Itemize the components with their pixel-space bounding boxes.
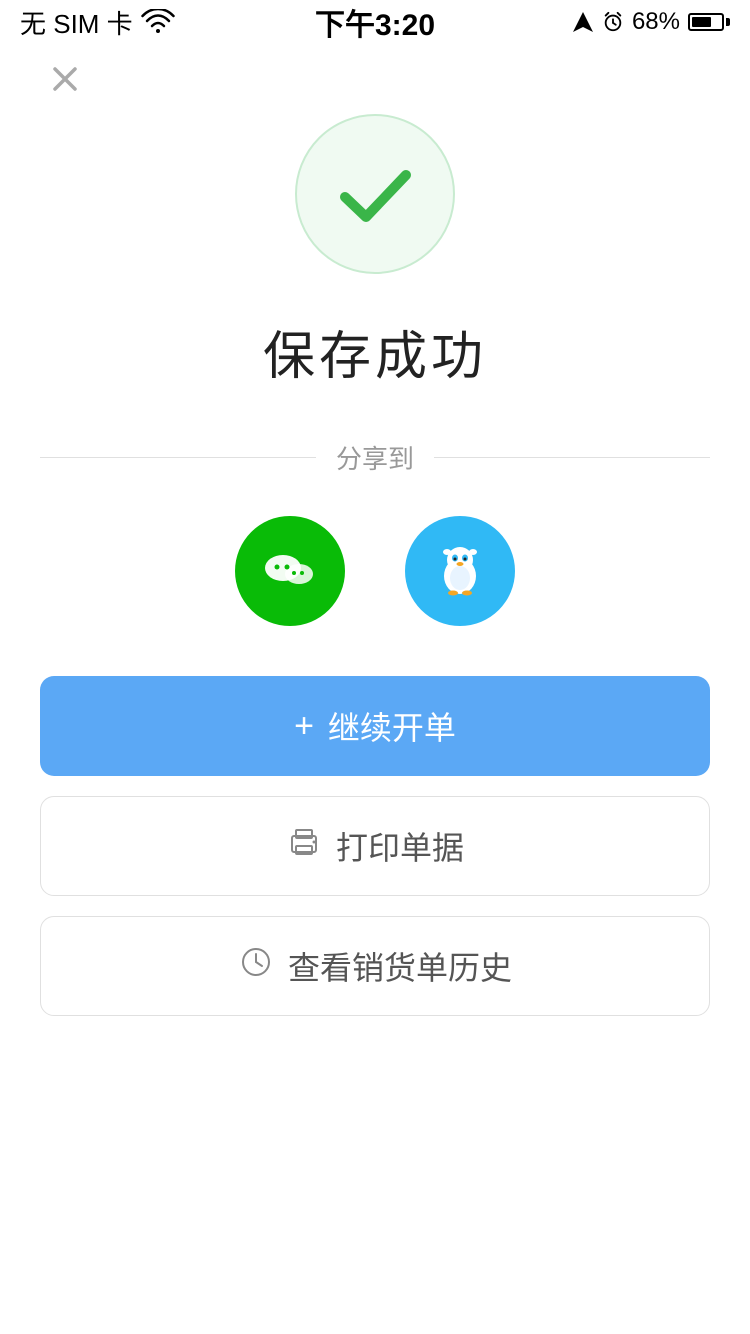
history-button[interactable]: 查看销货单历史 bbox=[40, 916, 710, 1016]
printer-icon bbox=[286, 824, 322, 869]
alarm-icon bbox=[602, 11, 624, 33]
share-icons-row bbox=[40, 516, 710, 626]
print-label: 打印单据 bbox=[336, 823, 464, 869]
main-content: 保存成功 分享到 bbox=[0, 44, 750, 1056]
wechat-icon bbox=[257, 538, 323, 604]
continue-button[interactable]: + 继续开单 bbox=[40, 676, 710, 776]
share-divider: 分享到 bbox=[40, 439, 710, 476]
checkmark-icon bbox=[330, 149, 420, 239]
status-left: 无 SIM 卡 bbox=[20, 4, 175, 41]
battery-percent: 68% bbox=[632, 8, 680, 36]
print-button[interactable]: 打印单据 bbox=[40, 796, 710, 896]
wechat-share-button[interactable] bbox=[235, 516, 345, 626]
share-label: 分享到 bbox=[336, 439, 414, 476]
divider-right bbox=[434, 457, 710, 458]
qq-icon bbox=[427, 538, 493, 604]
battery-icon bbox=[688, 13, 730, 31]
success-circle bbox=[295, 114, 455, 274]
action-buttons: + 继续开单 打印单据 bbox=[40, 676, 710, 1056]
sim-text: 无 SIM 卡 bbox=[20, 4, 133, 41]
wifi-icon bbox=[141, 9, 175, 35]
close-button[interactable] bbox=[40, 54, 90, 104]
status-time: 下午3:20 bbox=[315, 0, 435, 44]
continue-label: 继续开单 bbox=[328, 703, 456, 749]
status-right: 68% bbox=[572, 8, 730, 36]
clock-icon bbox=[238, 944, 274, 989]
plus-icon: + bbox=[294, 707, 314, 746]
divider-left bbox=[40, 457, 316, 458]
share-section: 分享到 bbox=[40, 439, 710, 636]
status-bar: 无 SIM 卡 下午3:20 68% bbox=[0, 0, 750, 44]
location-icon bbox=[572, 11, 594, 33]
qq-share-button[interactable] bbox=[405, 516, 515, 626]
history-label: 查看销货单历史 bbox=[288, 943, 512, 989]
success-title: 保存成功 bbox=[263, 314, 487, 389]
